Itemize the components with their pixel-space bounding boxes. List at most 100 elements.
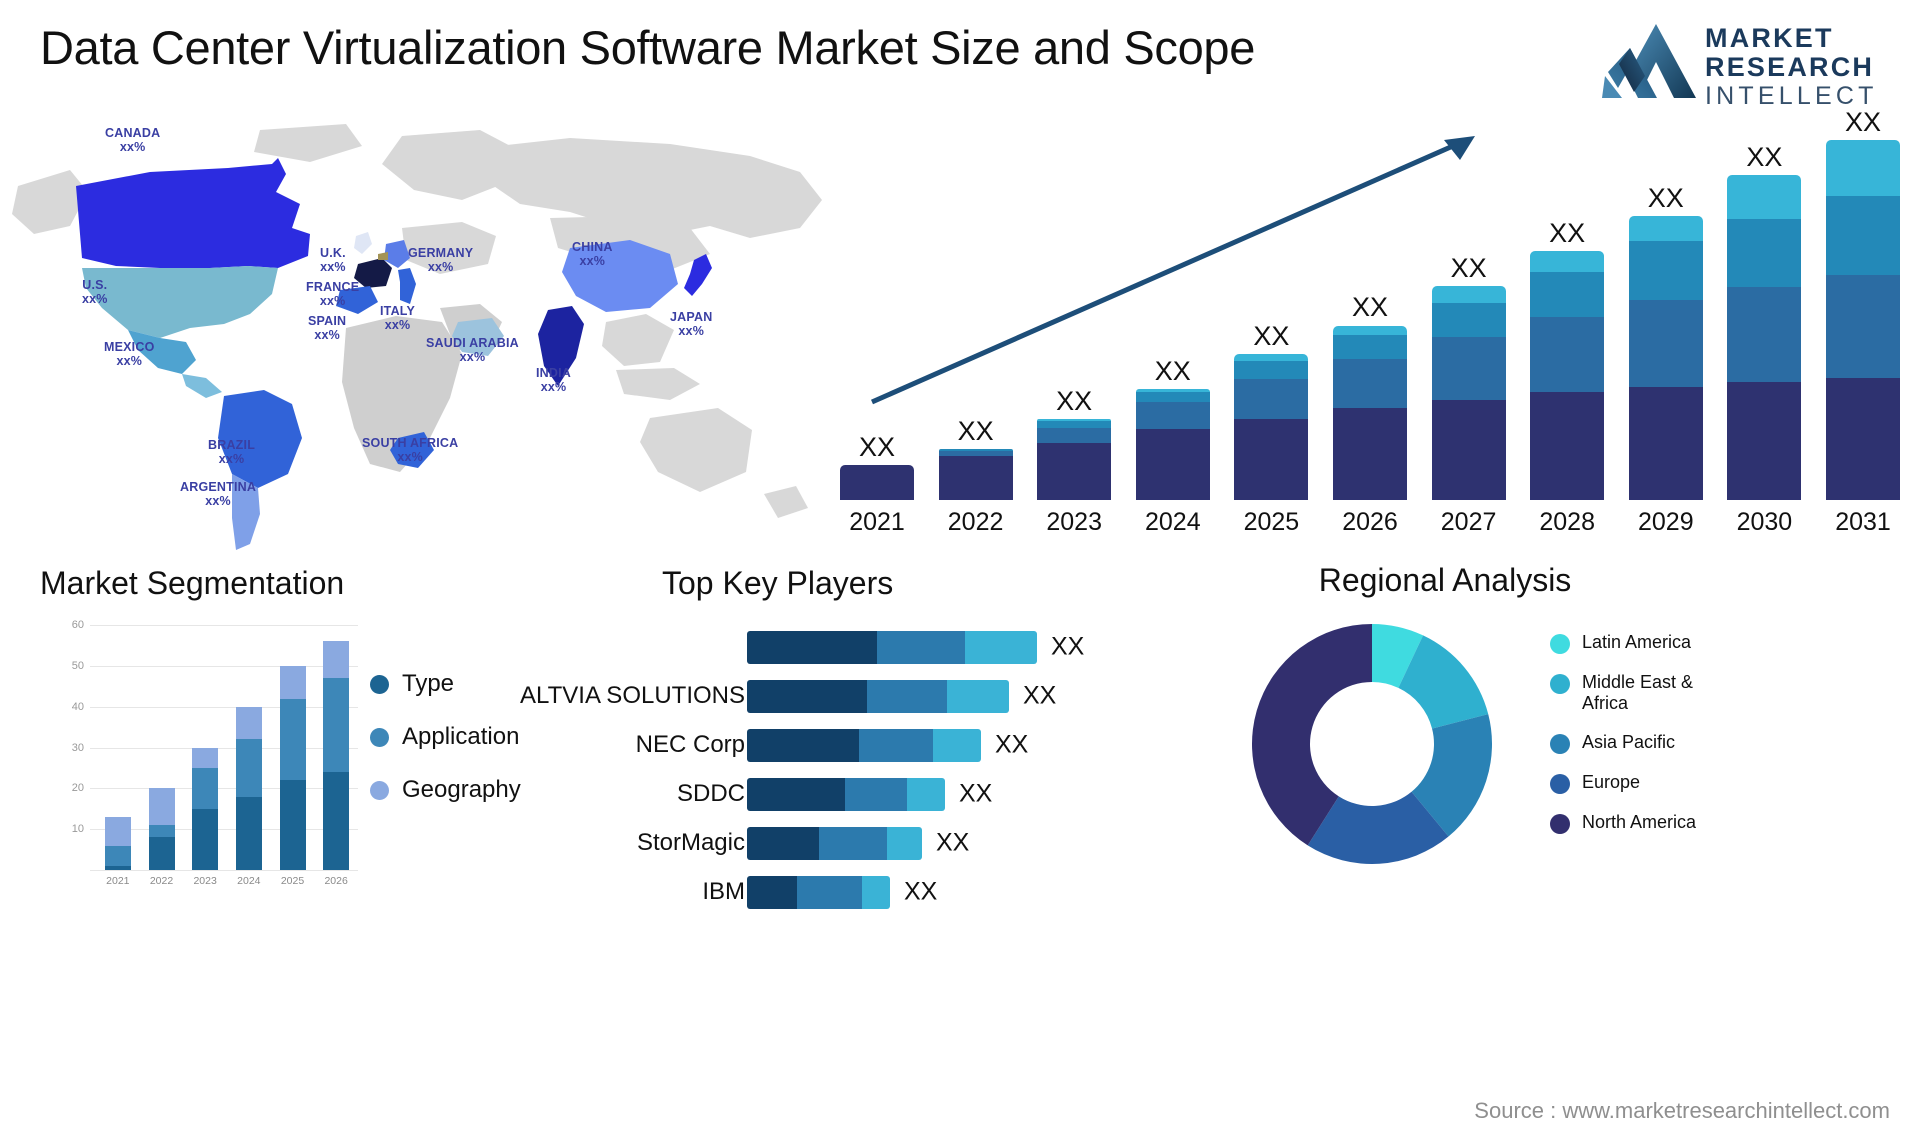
segmentation-bar: [192, 747, 219, 870]
logo-line-2: RESEARCH: [1705, 52, 1875, 82]
bar-year-label: 2031: [1835, 508, 1891, 536]
bar-segment: [1727, 287, 1802, 383]
segmentation-bar-segment: [104, 865, 131, 870]
map-country-name: GERMANY: [408, 246, 474, 260]
regional-analysis-section: Regional Analysis Latin America Middle Ea…: [1180, 562, 1920, 952]
bar-segment: [1826, 140, 1900, 196]
map-label-italy: ITALY xx%: [380, 304, 415, 332]
segmentation-legend: Type Application Geography: [370, 670, 521, 829]
bar-segment: [1530, 392, 1605, 500]
bar-column: XX 2023: [1037, 386, 1112, 536]
regional-legend-label: Asia Pacific: [1582, 732, 1676, 752]
map-label-argentina: ARGENTINA xx%: [180, 480, 256, 508]
key-player-bar-segment: [933, 729, 981, 762]
bar-segment: [1628, 386, 1703, 500]
bar-segment: [1234, 361, 1309, 379]
map-label-india: INDIA xx%: [536, 366, 571, 394]
map-label-south-africa: SOUTH AFRICA xx%: [362, 436, 458, 464]
map-country-value: xx%: [119, 140, 146, 154]
legend-label: Geography: [402, 776, 521, 803]
top-key-players-section: Top Key Players XX ALTVIA SOLUTIONS XX NEC …: [520, 565, 1280, 945]
map-label-japan: JAPAN xx%: [670, 310, 712, 338]
bar-value-label: XX: [1154, 355, 1191, 386]
key-player-row: ALTVIA SOLUTIONS XX: [520, 676, 1280, 716]
map-country-value: xx%: [82, 292, 108, 306]
key-player-value-label: XX: [904, 877, 938, 906]
bars-plot-area: XX 2021 XX 2022 XX 2023 XX 2024 XX 2025 XX 2026 XX 20…: [830, 107, 1910, 536]
bar-column: XX 2022: [938, 416, 1013, 536]
bar-segment: [1826, 377, 1900, 500]
bar-segment: [1530, 316, 1605, 393]
bar-column: XX 2025: [1234, 321, 1309, 536]
segmentation-bar: [235, 706, 262, 870]
bar-segment: [1727, 218, 1802, 288]
map-country-name: FRANCE: [306, 280, 360, 294]
map-country-name: BRAZIL: [208, 438, 256, 452]
bar-column: XX 2027: [1431, 253, 1506, 536]
map-country-value: xx%: [678, 324, 705, 338]
bar-value-label: XX: [1351, 292, 1389, 323]
key-player-bar-segment: [867, 680, 947, 713]
key-player-row: StorMagic XX: [600, 823, 1280, 863]
bar-value-label: XX: [957, 415, 994, 446]
segmentation-bar-segment: [235, 706, 262, 740]
bar-segment: [1135, 429, 1210, 500]
segmentation-bar-segment: [192, 747, 219, 768]
segmentation-bar-segment: [323, 678, 350, 773]
map-country-value: xx%: [397, 450, 423, 464]
bar-year-label: 2030: [1736, 508, 1793, 536]
map-country-value: xx%: [320, 260, 346, 274]
map-label-germany: GERMANY xx%: [408, 246, 473, 274]
segmentation-x-label: 2023: [193, 875, 217, 887]
bar-value-label: XX: [858, 432, 896, 463]
bar-segment: [1530, 272, 1605, 317]
key-player-bar-segment: [947, 680, 1009, 713]
market-growth-chart: XX 2021 XX 2022 XX 2023 XX 2024 XX 2025 XX 2026 XX 20…: [830, 107, 1910, 550]
map-country-value: xx%: [579, 254, 606, 268]
legend-dot-icon: [370, 780, 389, 800]
bar-year-label: 2028: [1539, 508, 1595, 536]
segmentation-bar-segment: [235, 796, 262, 870]
segmentation-bar-segment: [192, 808, 219, 870]
map-country-name: ARGENTINA: [180, 480, 257, 494]
bar-segment: [1431, 302, 1506, 338]
bar-segment: [938, 456, 1013, 500]
key-player-bar-segment: [907, 778, 945, 811]
map-country-name: CANADA: [105, 126, 161, 140]
market-segmentation-chart: 10 20 30 40 50 60 2021 2022 2023 2024 2025 2026: [48, 619, 358, 900]
regional-legend-item: Middle East & Africa: [1550, 672, 1732, 714]
bar-value-label: XX: [1549, 218, 1586, 249]
key-player-bar-segment: [747, 827, 819, 860]
bar-column: XX 2028: [1530, 218, 1605, 536]
y-axis-tick: 40: [71, 700, 84, 713]
key-player-value-label: XX: [1023, 681, 1057, 710]
map-country-value: xx%: [540, 380, 567, 394]
y-axis-tick: 60: [71, 619, 84, 631]
key-player-row: NEC Corp XX: [600, 725, 1280, 765]
segmentation-bar-segment: [279, 665, 306, 699]
regional-legend: Latin America Middle East & Africa Asia Pa…: [1550, 632, 1732, 852]
segmentation-bar: [104, 816, 131, 870]
brand-logo: MARKET RESEARCH INTELLECT: [1600, 10, 1900, 110]
key-player-name: StorMagic: [636, 829, 745, 856]
segmentation-bar-segment: [279, 698, 306, 781]
legend-item-type: Type: [370, 670, 521, 698]
map-country-value: xx%: [427, 260, 454, 274]
donut-svg: [1252, 624, 1492, 864]
key-player-name: ALTVIA SOLUTIONS: [520, 682, 745, 709]
bar-column: XX 2021: [840, 432, 914, 536]
map-country-name: JAPAN: [670, 310, 713, 324]
key-player-bar: [747, 876, 890, 909]
market-segmentation-section: Market Segmentation 10 20 30 40 50 60 2021 2022…: [40, 565, 570, 935]
regional-legend-item: North America: [1550, 812, 1732, 834]
key-player-bar-segment: [965, 631, 1037, 664]
bar-value-label: XX: [1746, 141, 1783, 172]
key-player-bar-segment: [877, 631, 965, 664]
logo-wordmark: MARKET RESEARCH INTELLECT: [1705, 24, 1878, 111]
key-player-bar-segment: [747, 778, 845, 811]
source-text: Source : www.marketresearchintellect.com: [1474, 1098, 1890, 1123]
market-segmentation-title: Market Segmentation: [40, 565, 345, 601]
map-label-brazil: BRAZIL xx%: [208, 438, 255, 466]
key-player-value-label: XX: [1051, 632, 1085, 661]
regional-legend-item: Europe: [1550, 772, 1732, 794]
